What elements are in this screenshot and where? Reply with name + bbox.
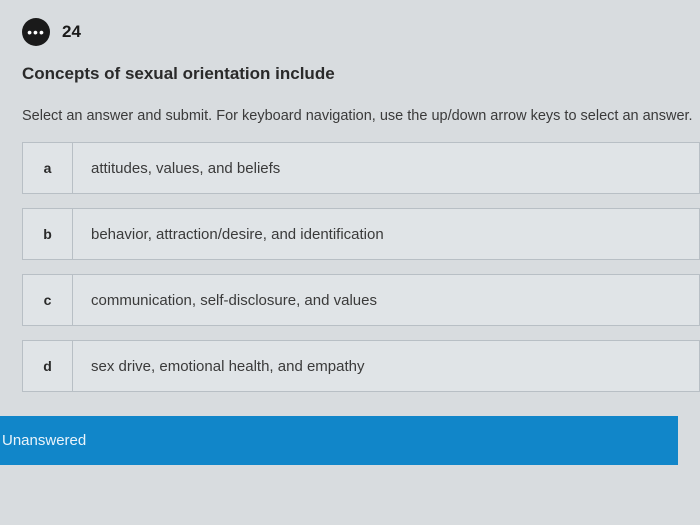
question-container: ••• 24 Concepts of sexual orientation in… xyxy=(0,0,700,392)
option-letter: c xyxy=(23,275,73,325)
question-instructions: Select an answer and submit. For keyboar… xyxy=(22,106,700,126)
options-list: a attitudes, values, and beliefs b behav… xyxy=(22,142,700,392)
ellipsis-icon: ••• xyxy=(27,24,45,40)
option-c[interactable]: c communication, self-disclosure, and va… xyxy=(22,274,700,326)
status-label: Unanswered xyxy=(2,432,86,449)
option-letter: d xyxy=(23,341,73,391)
option-text: communication, self-disclosure, and valu… xyxy=(73,275,699,325)
question-number: 24 xyxy=(62,22,81,42)
option-letter: a xyxy=(23,143,73,193)
option-b[interactable]: b behavior, attraction/desire, and ident… xyxy=(22,208,700,260)
status-bar: Unanswered xyxy=(0,416,678,465)
question-prompt: Concepts of sexual orientation include xyxy=(22,64,700,84)
option-a[interactable]: a attitudes, values, and beliefs xyxy=(22,142,700,194)
option-d[interactable]: d sex drive, emotional health, and empat… xyxy=(22,340,700,392)
more-icon[interactable]: ••• xyxy=(22,18,50,46)
option-text: sex drive, emotional health, and empathy xyxy=(73,341,699,391)
question-header: ••• 24 xyxy=(22,18,700,46)
option-text: attitudes, values, and beliefs xyxy=(73,143,699,193)
option-letter: b xyxy=(23,209,73,259)
option-text: behavior, attraction/desire, and identif… xyxy=(73,209,699,259)
